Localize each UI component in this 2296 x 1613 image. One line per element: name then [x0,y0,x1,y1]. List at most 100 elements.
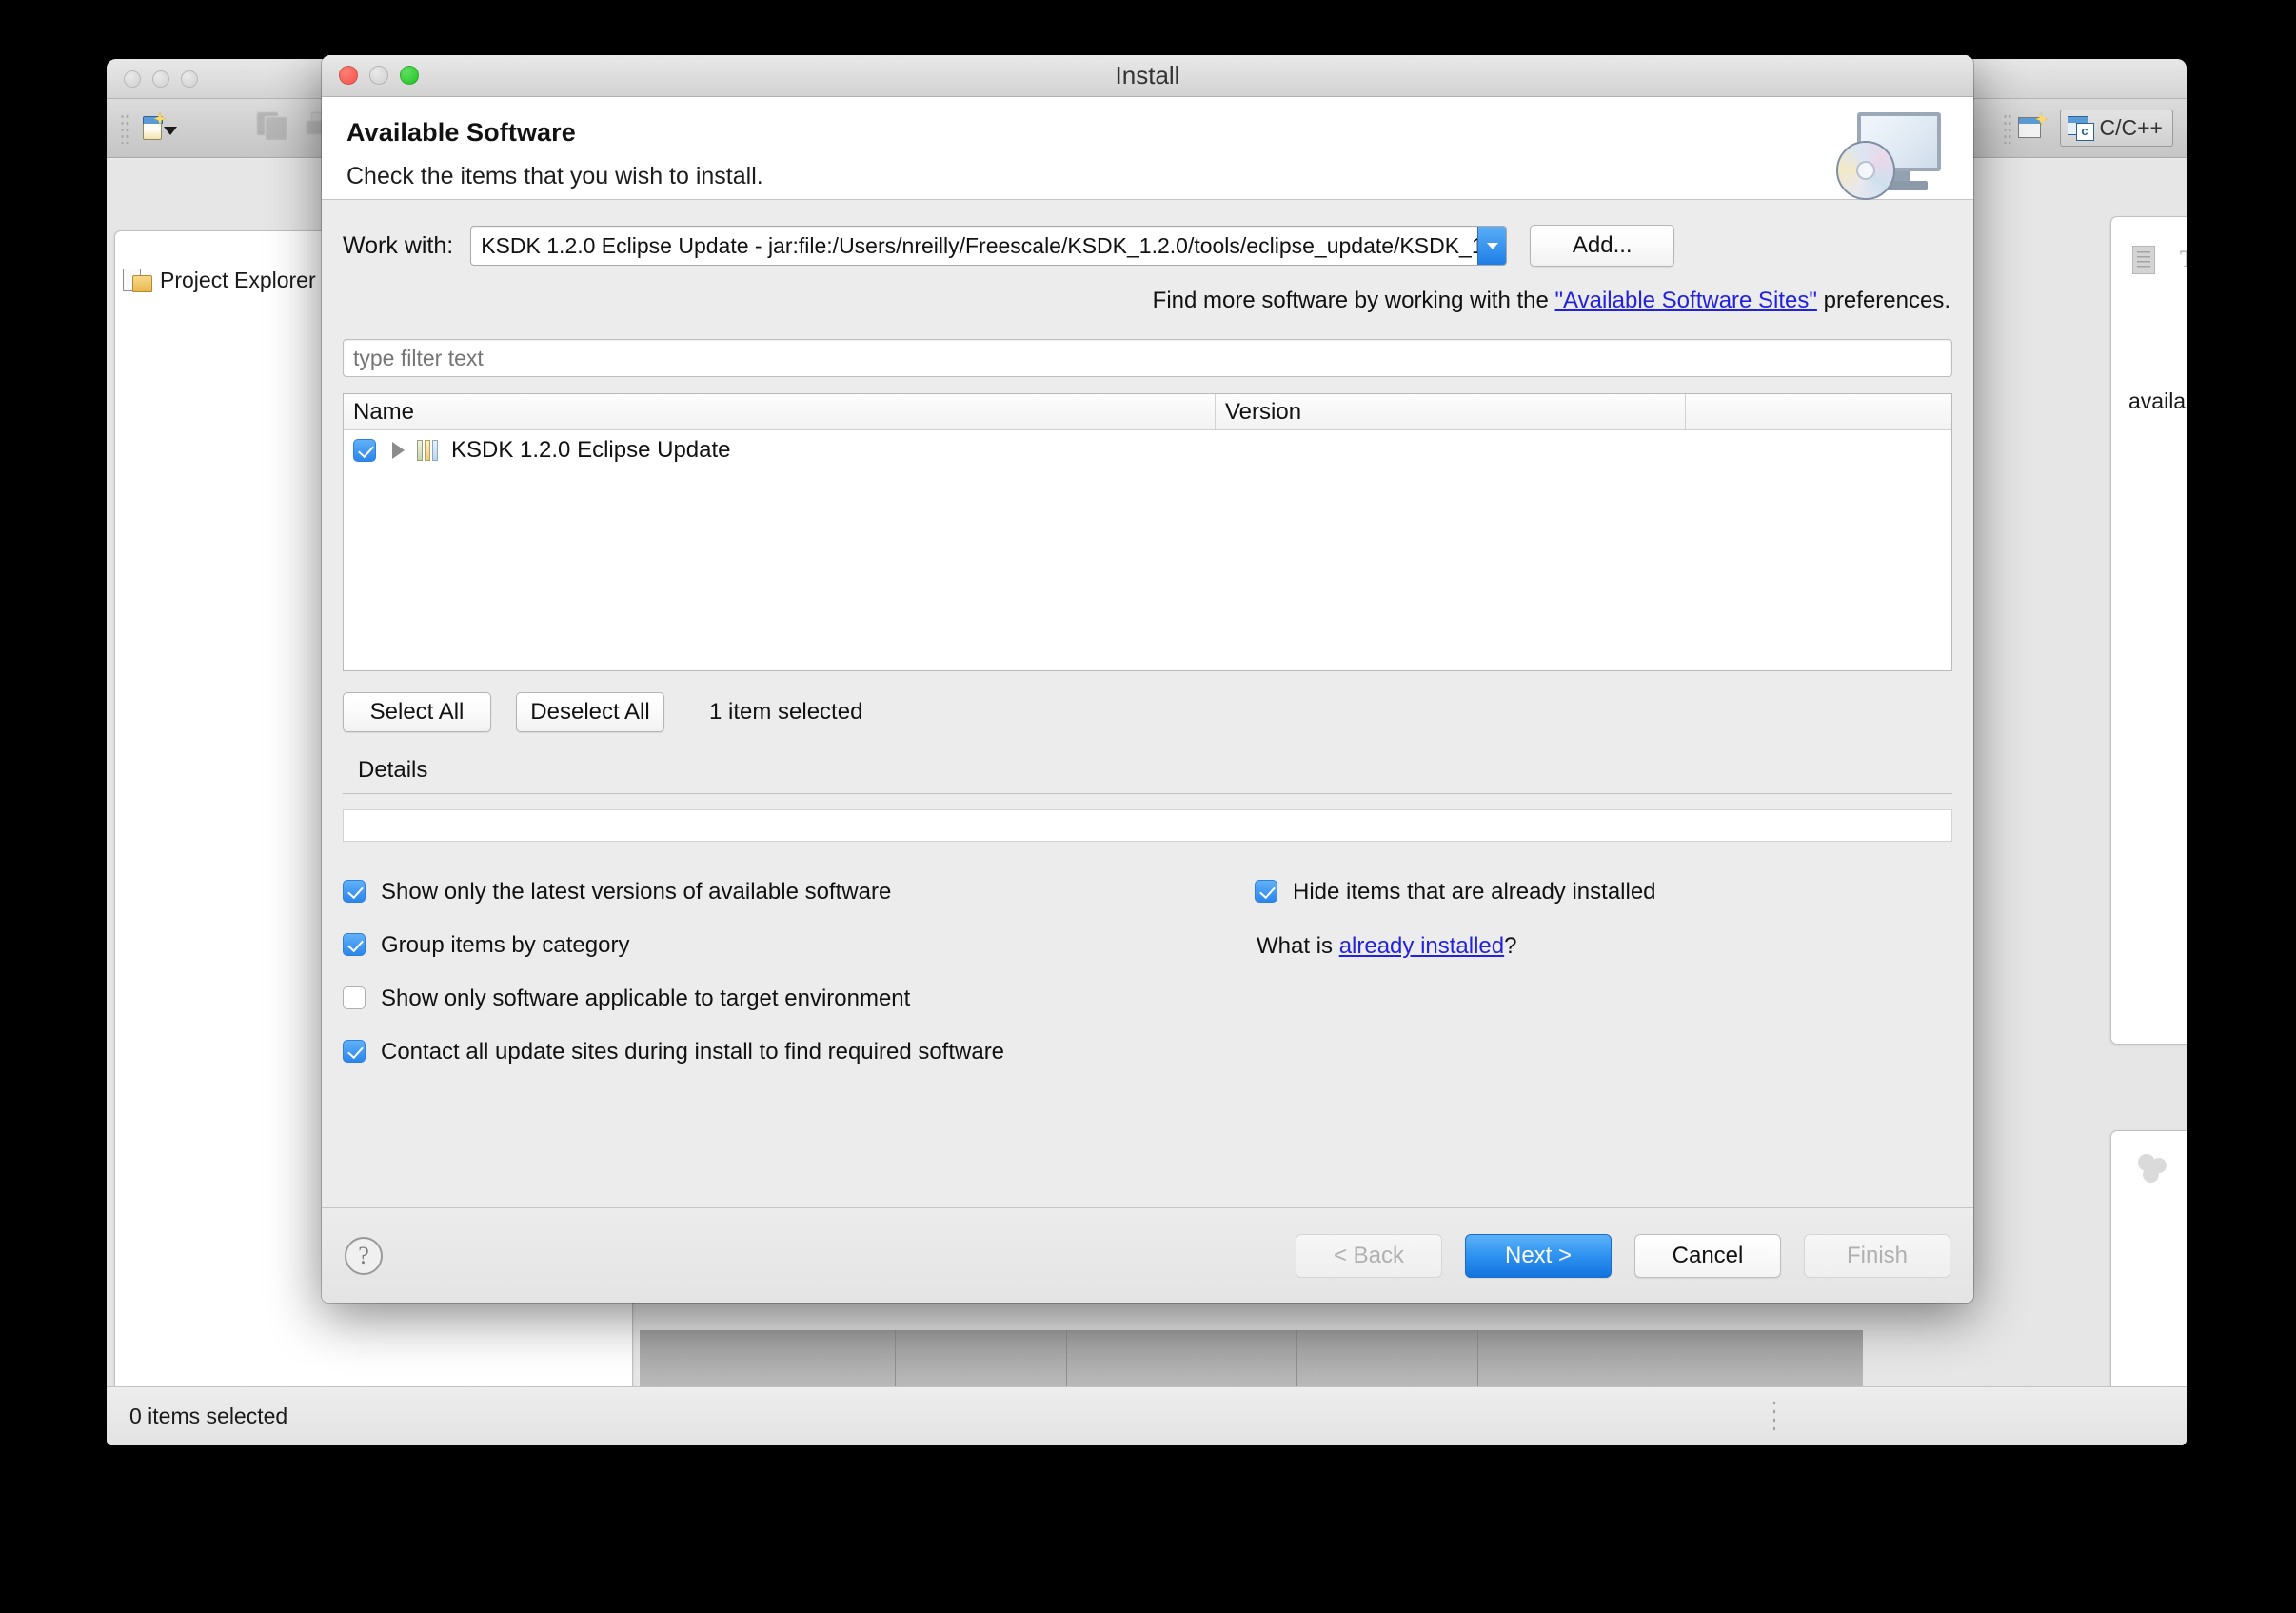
option-contact-all-update-sites[interactable]: Contact all update sites during install … [343,1040,1199,1065]
deselect-all-button[interactable]: Deselect All [516,692,664,732]
option-checkbox[interactable] [343,933,366,956]
options-left-column: Show only the latest versions of availab… [343,880,1199,1093]
option-checkbox[interactable] [343,880,366,903]
status-bar-text: 0 items selected [129,1404,288,1428]
dialog-header: Available Software Check the items that … [322,97,1973,200]
chevron-down-icon[interactable] [164,127,177,135]
perspective-button-cpp[interactable]: C/C++ [2059,110,2173,147]
dialog-zoom-button[interactable] [400,66,419,85]
status-bar: 0 items selected [107,1386,2187,1445]
option-label: Show only the latest versions of availab… [381,879,892,905]
dialog-minimize-button[interactable] [369,66,388,85]
dialog-traffic-lights [339,66,419,85]
dialog-content: Work with: KSDK 1.2.0 Eclipse Update - j… [322,200,1973,1207]
option-checkbox[interactable] [343,986,366,1009]
option-checkbox[interactable] [1255,880,1277,903]
options-section: Show only the latest versions of availab… [343,880,1952,1093]
cpp-perspective-icon [2067,115,2094,141]
dialog-close-button[interactable] [339,66,358,85]
table-row[interactable]: KSDK 1.2.0 Eclipse Update [344,430,1951,470]
perspective-button-label: C/C++ [2099,115,2163,140]
row-checkbox[interactable] [353,439,376,462]
expand-arrow-icon[interactable] [392,442,405,459]
dialog-title: Install [1115,61,1180,90]
column-header-name[interactable]: Name [344,394,1215,429]
details-value [343,809,1952,842]
combo-dropdown-button[interactable] [1477,227,1507,265]
dialog-titlebar: Install [322,55,1973,97]
save-all-button [257,112,291,145]
cd-disc-icon [1836,141,1895,200]
filter-input[interactable] [343,339,1952,377]
option-label: Show only software applicable to target … [381,986,911,1011]
page-subtitle: Check the items that you wish to install… [346,163,763,189]
right-view-bottom-toolbar [2138,1154,2187,1183]
finish-button[interactable]: Finish [1804,1233,1950,1278]
chevron-down-icon [1486,242,1498,249]
help-button[interactable]: ? [345,1236,383,1275]
column-header-version[interactable]: Version [1215,394,1685,429]
eclipse-minimize-button[interactable] [152,70,169,88]
options-right-column: Hide items that are already installed Wh… [1199,880,1952,1093]
add-site-button[interactable]: Add... [1530,225,1675,267]
right-view-top: T available. [2110,216,2187,1045]
right-view-text: available. [2128,388,2187,413]
install-monitor-cd-icon [1831,110,1952,202]
details-label: Details [358,757,428,783]
next-button[interactable]: Next > [1465,1233,1612,1278]
project-explorer-tab[interactable]: Project Explorer [123,268,316,293]
toolbar-drag-handle[interactable] [120,112,129,144]
right-view-bottom [2110,1130,2187,1397]
row-name: KSDK 1.2.0 Eclipse Update [451,437,731,463]
new-perspective-icon[interactable] [2017,115,2047,141]
document-icon[interactable] [2132,246,2155,274]
details-section: Details [343,757,1952,842]
selection-controls: Select All Deselect All 1 item selected [343,692,1952,732]
project-explorer-icon [123,268,152,293]
already-installed-link[interactable]: already installed [1339,933,1504,959]
work-with-value[interactable]: KSDK 1.2.0 Eclipse Update - jar:file:/Us… [471,227,1477,265]
right-view-top-toolbar-left: T [2132,246,2187,274]
cancel-button[interactable]: Cancel [1634,1233,1781,1278]
what-is-already-installed: What is already installed? [1257,933,1952,960]
new-file-icon [142,116,163,140]
perspective-bar-drag-handle[interactable] [2002,112,2012,144]
category-icon [417,440,440,461]
selection-count: 1 item selected [709,699,863,725]
option-label: Group items by category [381,932,630,958]
select-all-button[interactable]: Select All [343,692,491,732]
work-with-row: Work with: KSDK 1.2.0 Eclipse Update - j… [343,200,1952,267]
available-software-sites-link[interactable]: "Available Software Sites" [1555,288,1817,313]
perspective-bar: C/C++ [2002,99,2173,157]
what-is-prefix: What is [1257,933,1339,959]
work-with-label: Work with: [343,231,454,259]
wizard-buttons: < Back Next > Cancel Finish [1296,1233,1950,1278]
eclipse-zoom-button[interactable] [181,70,198,88]
dialog-footer: ? < Back Next > Cancel Finish [322,1207,1973,1303]
tree-body: KSDK 1.2.0 Eclipse Update [344,430,1951,670]
details-separator [343,793,1952,794]
blobs-icon[interactable] [2138,1154,2174,1183]
text-tool-icon[interactable]: T [2180,247,2187,273]
column-header-extra [1685,394,1951,429]
new-file-button[interactable] [142,112,177,145]
option-hide-already-installed[interactable]: Hide items that are already installed [1255,880,1952,905]
tree-header: Name Version [344,394,1951,430]
work-with-combo[interactable]: KSDK 1.2.0 Eclipse Update - jar:file:/Us… [470,226,1508,266]
option-applicable-to-target[interactable]: Show only software applicable to target … [343,986,1199,1011]
eclipse-close-button[interactable] [124,70,141,88]
install-dialog: Install Available Software Check the ite… [322,55,1973,1303]
option-label: Contact all update sites during install … [381,1039,1005,1065]
status-bar-resize-grip[interactable] [1771,1399,1777,1435]
available-software-sites-hint: Find more software by working with the "… [343,288,1952,314]
eclipse-traffic-lights [124,70,198,88]
option-label: Hide items that are already installed [1293,879,1656,905]
what-is-suffix: ? [1504,933,1517,959]
available-software-tree[interactable]: Name Version KSDK 1.2.0 Eclipse Update [343,393,1952,671]
option-checkbox[interactable] [343,1040,366,1063]
project-explorer-tab-label: Project Explorer [160,268,316,292]
option-show-latest-versions[interactable]: Show only the latest versions of availab… [343,880,1199,905]
sites-hint-prefix: Find more software by working with the [1152,288,1555,313]
back-button[interactable]: < Back [1296,1233,1442,1278]
option-group-by-category[interactable]: Group items by category [343,933,1199,958]
